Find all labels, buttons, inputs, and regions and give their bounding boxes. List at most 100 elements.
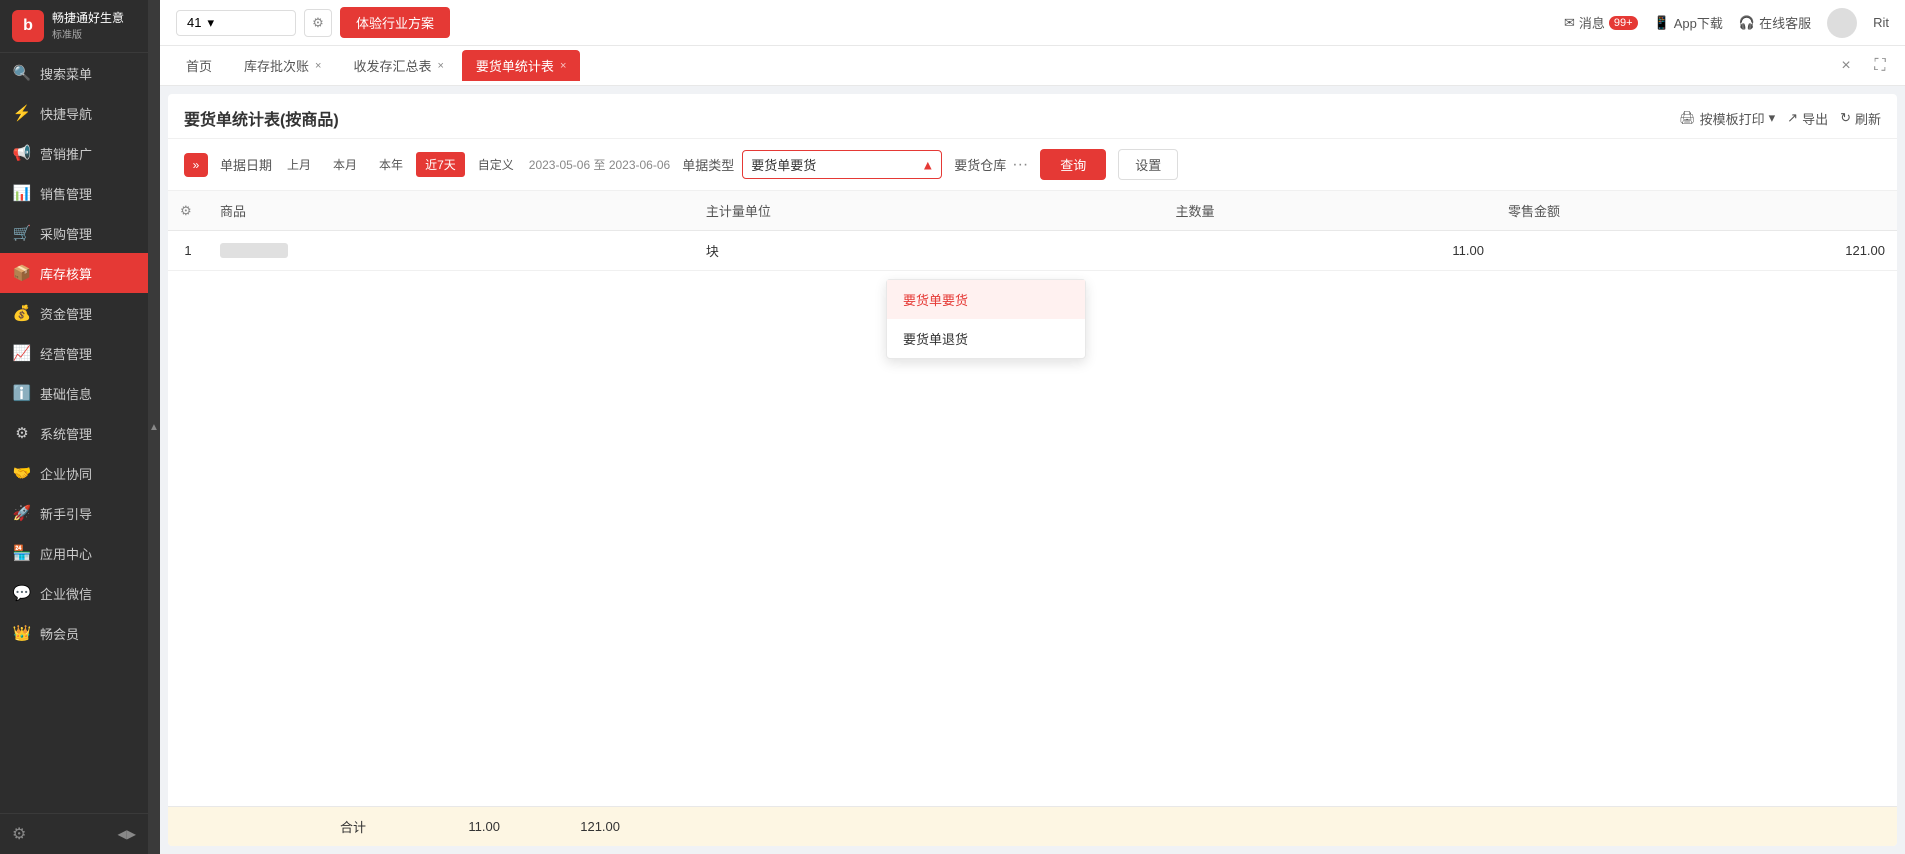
nav-label-4: 采购管理 bbox=[40, 224, 92, 243]
company-selector[interactable]: 41 ▾ bbox=[176, 10, 296, 36]
date-range: 2023-05-06 至 2023-06-06 bbox=[529, 156, 670, 173]
nav-icon-12: 🏪 bbox=[12, 543, 32, 563]
dropdown-item-1[interactable]: 要货单退货 bbox=[887, 319, 1085, 358]
refresh-btn[interactable]: ↻ 刷新 bbox=[1840, 109, 1881, 128]
main-area: 41 ▾ ⚙ 体验行业方案 ✉ 消息 99+ 📱 App下载 🎧 在线客服 Ri… bbox=[160, 0, 1905, 854]
topbar-right: ✉ 消息 99+ 📱 App下载 🎧 在线客服 Rit bbox=[1564, 8, 1889, 38]
tab-1[interactable]: 库存批次账× bbox=[230, 50, 335, 81]
topbar-msg[interactable]: ✉ 消息 99+ bbox=[1564, 13, 1638, 32]
cell-amount: 121.00 bbox=[1496, 231, 1897, 271]
sidebar-item-销售管理[interactable]: 📊 销售管理 bbox=[0, 173, 148, 213]
sidebar-item-新手引导[interactable]: 🚀 新手引导 bbox=[0, 493, 148, 533]
service-icon: 🎧 bbox=[1739, 15, 1755, 31]
topbar-left: 41 ▾ ⚙ 体验行业方案 bbox=[176, 7, 1552, 38]
app-title: 畅捷通好生意 bbox=[52, 11, 124, 27]
footer-amount: 121.00 bbox=[520, 819, 620, 834]
type-select-value: 要货单要货 bbox=[751, 158, 816, 173]
topbar-app[interactable]: 📱 App下载 bbox=[1654, 13, 1723, 32]
cell-unit: 块 bbox=[694, 231, 1164, 271]
tab-close-1[interactable]: × bbox=[315, 60, 321, 72]
cell-no: 1 bbox=[168, 231, 208, 271]
tab-0[interactable]: 首页 bbox=[172, 50, 226, 81]
sidebar-item-搜索菜单[interactable]: 🔍 搜索菜单 bbox=[0, 53, 148, 93]
tab-close-2[interactable]: × bbox=[437, 60, 443, 72]
collapse-icon[interactable]: ◀▶ bbox=[118, 827, 136, 841]
sidebar-item-快捷导航[interactable]: ⚡ 快捷导航 bbox=[0, 93, 148, 133]
date-btn-2[interactable]: 本年 bbox=[370, 152, 412, 177]
tab-label-3: 要货单统计表 bbox=[476, 56, 554, 75]
logo-icon: b bbox=[12, 10, 44, 42]
filter-more-btn[interactable]: ··· bbox=[1012, 157, 1028, 173]
cell-quantity: 11.00 bbox=[1163, 231, 1495, 271]
nav-icon-5: 📦 bbox=[12, 263, 32, 283]
msg-icon: ✉ bbox=[1564, 15, 1575, 31]
nav-icon-1: ⚡ bbox=[12, 103, 32, 123]
th-amount: 零售金额 bbox=[1496, 191, 1897, 231]
date-btn-0[interactable]: 上月 bbox=[278, 152, 320, 177]
tab-label-0: 首页 bbox=[186, 56, 212, 75]
topbar-gear-btn[interactable]: ⚙ bbox=[304, 9, 332, 37]
nav-label-14: 畅会员 bbox=[40, 624, 79, 643]
nav-label-11: 新手引导 bbox=[40, 504, 92, 523]
sidebar-scroll[interactable]: ▲ bbox=[148, 0, 160, 854]
type-select[interactable]: 要货单要货 bbox=[742, 150, 942, 179]
nav-label-13: 企业微信 bbox=[40, 584, 92, 603]
settings-icon[interactable]: ⚙ bbox=[12, 824, 26, 844]
sidebar-item-资金管理[interactable]: 💰 资金管理 bbox=[0, 293, 148, 333]
page-header-actions: 🖨 按模板打印 ▾ ↗ 导出 ↻ 刷新 bbox=[1679, 109, 1881, 128]
sidebar-item-畅会员[interactable]: 👑 畅会员 bbox=[0, 613, 148, 653]
msg-badge: 99+ bbox=[1609, 16, 1638, 30]
filter-expand-btn[interactable]: » bbox=[184, 153, 208, 177]
topbar-service[interactable]: 🎧 在线客服 bbox=[1739, 13, 1811, 32]
sidebar-item-营销推广[interactable]: 📢 营销推广 bbox=[0, 133, 148, 173]
tab-close-3[interactable]: × bbox=[560, 60, 566, 72]
chevron-down-icon: ▾ bbox=[207, 15, 214, 31]
table-header-row: ⚙ 商品 主计量单位 主数量 零售金额 bbox=[168, 191, 1897, 231]
nav-icon-8: ℹ️ bbox=[12, 383, 32, 403]
tab-3[interactable]: 要货单统计表 × bbox=[462, 50, 580, 81]
tabs-close-all-btn[interactable]: × bbox=[1833, 53, 1859, 79]
filter-warehouse-group: 要货仓库 ··· bbox=[954, 155, 1028, 174]
nav-icon-13: 💬 bbox=[12, 583, 32, 603]
th-settings: ⚙ bbox=[168, 191, 208, 231]
sidebar-item-库存核算[interactable]: 📦 库存核算 bbox=[0, 253, 148, 293]
sidebar-item-基础信息[interactable]: ℹ️ 基础信息 bbox=[0, 373, 148, 413]
nav-label-5: 库存核算 bbox=[40, 264, 92, 283]
date-btn-3[interactable]: 近7天 bbox=[416, 152, 465, 177]
filter-bar: » 单据日期 上月本月本年近7天自定义 2023-05-06 至 2023-06… bbox=[168, 139, 1897, 191]
print-btn[interactable]: 🖨 按模板打印 ▾ bbox=[1679, 109, 1775, 128]
print-icon: 🖨 bbox=[1679, 110, 1696, 126]
sidebar-item-经营管理[interactable]: 📈 经营管理 bbox=[0, 333, 148, 373]
tabs-bar-end: × ⛶ bbox=[1833, 53, 1893, 79]
query-btn[interactable]: 查询 bbox=[1040, 149, 1106, 180]
username: Rit bbox=[1873, 15, 1889, 30]
table-footer: 合计 11.00 121.00 bbox=[168, 806, 1897, 846]
th-quantity: 主数量 bbox=[1163, 191, 1495, 231]
sidebar-item-企业微信[interactable]: 💬 企业微信 bbox=[0, 573, 148, 613]
nav-label-0: 搜索菜单 bbox=[40, 64, 92, 83]
nav-icon-10: 🤝 bbox=[12, 463, 32, 483]
dropdown-item-0[interactable]: 要货单要货 bbox=[887, 280, 1085, 319]
tab-2[interactable]: 收发存汇总表× bbox=[339, 50, 457, 81]
data-table: ⚙ 商品 主计量单位 主数量 零售金额 1 ████ ███ 块 11.00 1… bbox=[168, 191, 1897, 271]
date-btn-4[interactable]: 自定义 bbox=[469, 152, 523, 177]
nav-icon-3: 📊 bbox=[12, 183, 32, 203]
sidebar-item-采购管理[interactable]: 🛒 采购管理 bbox=[0, 213, 148, 253]
service-label: 在线客服 bbox=[1759, 13, 1811, 32]
sidebar-item-企业协同[interactable]: 🤝 企业协同 bbox=[0, 453, 148, 493]
col-settings-icon[interactable]: ⚙ bbox=[180, 203, 192, 218]
sidebar-item-系统管理[interactable]: ⚙ 系统管理 bbox=[0, 413, 148, 453]
settings-btn[interactable]: 设置 bbox=[1118, 149, 1178, 180]
date-btn-1[interactable]: 本月 bbox=[324, 152, 366, 177]
tabs-expand-btn[interactable]: ⛶ bbox=[1867, 53, 1893, 79]
sidebar-item-应用中心[interactable]: 🏪 应用中心 bbox=[0, 533, 148, 573]
logo-text-block: 畅捷通好生意 标准版 bbox=[52, 11, 124, 42]
sidebar-footer: ⚙ ◀▶ bbox=[0, 813, 148, 854]
type-label: 单据类型 bbox=[682, 155, 734, 174]
type-select-wrap: 要货单要货 ▲ bbox=[742, 150, 942, 179]
nav-label-7: 经营管理 bbox=[40, 344, 92, 363]
export-btn[interactable]: ↗ 导出 bbox=[1787, 109, 1828, 128]
nav-icon-7: 📈 bbox=[12, 343, 32, 363]
msg-label: 消息 bbox=[1579, 13, 1605, 32]
trial-btn[interactable]: 体验行业方案 bbox=[340, 7, 450, 38]
